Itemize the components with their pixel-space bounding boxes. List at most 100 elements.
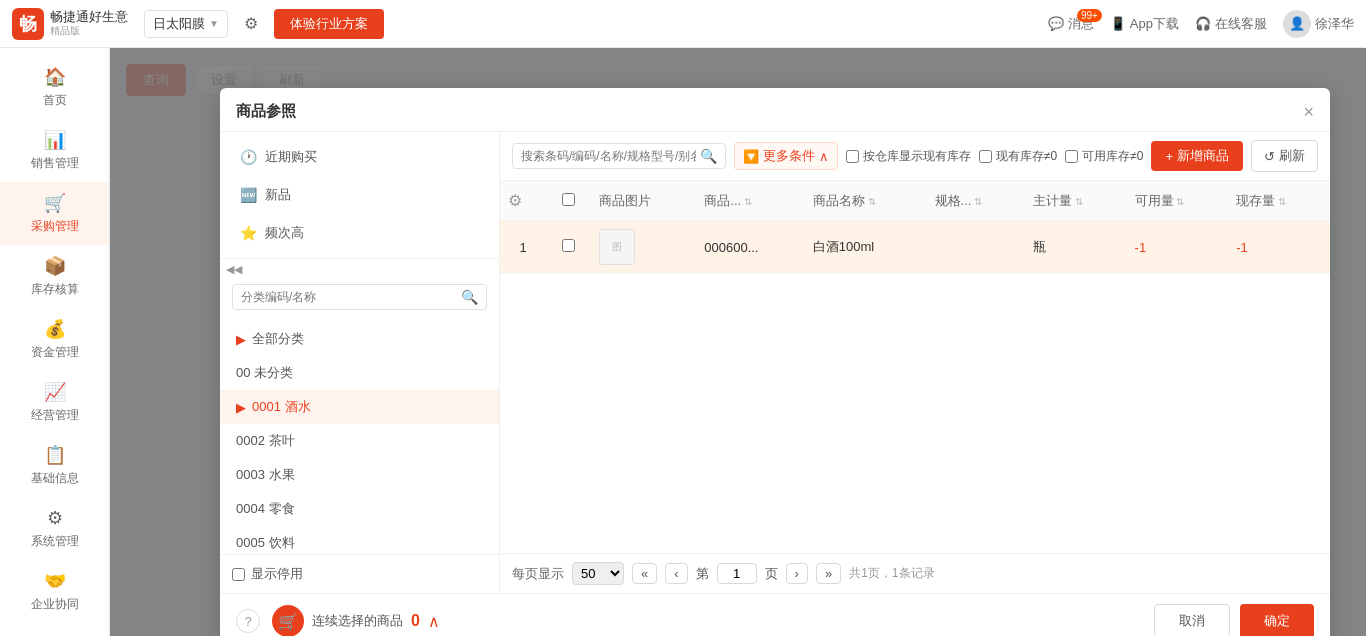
sidebar-label-purchase: 采购管理 bbox=[31, 218, 79, 235]
page-prefix-label: 第 bbox=[696, 565, 709, 583]
category-0001[interactable]: ▶ 0001 酒水 bbox=[220, 390, 499, 424]
confirm-btn[interactable]: 确定 bbox=[1240, 604, 1314, 636]
show-disabled-checkbox[interactable] bbox=[232, 568, 245, 581]
exp-button[interactable]: 体验行业方案 bbox=[274, 9, 384, 39]
product-table-area: ⚙ 商品图片 商品... 商品名称 规格... 主计量 可用量 现存量 bbox=[500, 181, 1330, 553]
category-0001-arrow: ▶ bbox=[236, 400, 246, 415]
th-stock[interactable]: 现存量 bbox=[1228, 181, 1330, 221]
sidebar-item-collab[interactable]: 🤝 企业协同 bbox=[0, 560, 109, 623]
nav-right: 💬 消息 99+ 📱 App下载 🎧 在线客服 👤 徐泽华 bbox=[1048, 10, 1354, 38]
service-btn[interactable]: 🎧 在线客服 bbox=[1195, 15, 1267, 33]
pagination: 每页显示 50 20 100 « ‹ 第 页 › » 共1页，1条记录 bbox=[500, 553, 1330, 593]
warehouse-filter[interactable]: 按仓库显示现有库存 bbox=[846, 148, 971, 165]
modal-header: 商品参照 × bbox=[220, 88, 1330, 132]
nonzero-stock-checkbox[interactable] bbox=[979, 150, 992, 163]
avail-nonzero-checkbox[interactable] bbox=[1065, 150, 1078, 163]
cart-count: 0 bbox=[411, 612, 420, 630]
category-0002-label: 0002 茶叶 bbox=[236, 432, 295, 450]
app-download-btn[interactable]: 📱 App下载 bbox=[1110, 15, 1179, 33]
sidebar-label-base: 基础信息 bbox=[31, 470, 79, 487]
category-0003[interactable]: 0003 水果 bbox=[220, 458, 499, 492]
th-name[interactable]: 商品名称 bbox=[805, 181, 927, 221]
sidebar-item-inventory[interactable]: 📦 库存核算 bbox=[0, 245, 109, 308]
help-btn[interactable]: ? bbox=[236, 609, 260, 633]
clock-icon: 🕐 bbox=[240, 149, 257, 165]
current-page-input[interactable] bbox=[717, 563, 757, 584]
messages-btn[interactable]: 💬 消息 99+ bbox=[1048, 15, 1094, 33]
col-settings-icon[interactable]: ⚙ bbox=[508, 192, 522, 209]
first-page-btn[interactable]: « bbox=[632, 563, 657, 584]
sidebar-item-home[interactable]: 🏠 首页 bbox=[0, 56, 109, 119]
sidebar-item-ops[interactable]: 📈 经营管理 bbox=[0, 371, 109, 434]
add-product-btn[interactable]: + 新增商品 bbox=[1151, 141, 1243, 171]
category-0005[interactable]: 0005 饮料 bbox=[220, 526, 499, 554]
th-checkbox[interactable] bbox=[546, 181, 591, 221]
category-search-icon[interactable]: 🔍 bbox=[461, 289, 478, 305]
th-unit[interactable]: 主计量 bbox=[1025, 181, 1127, 221]
table-row[interactable]: 1 图 000600... 白酒100ml 瓶 -1 bbox=[500, 221, 1330, 274]
show-disabled-label[interactable]: 显示停用 bbox=[251, 565, 303, 583]
settings-icon[interactable]: ⚙ bbox=[240, 10, 262, 37]
th-available[interactable]: 可用量 bbox=[1127, 181, 1229, 221]
top-nav: 畅 畅捷通好生意 精品版 日太阳膜 ▼ ⚙ 体验行业方案 💬 消息 99+ 📱 … bbox=[0, 0, 1366, 48]
user-btn[interactable]: 👤 徐泽华 bbox=[1283, 10, 1354, 38]
cart-icon[interactable]: 🛒 bbox=[272, 605, 304, 636]
sidebar-item-base[interactable]: 📋 基础信息 bbox=[0, 434, 109, 497]
quick-new-btn[interactable]: 🆕 新品 bbox=[232, 180, 487, 210]
th-code[interactable]: 商品... bbox=[696, 181, 805, 221]
th-settings[interactable]: ⚙ bbox=[500, 181, 546, 221]
more-filter-btn[interactable]: 🔽 更多条件 ∧ bbox=[734, 142, 838, 170]
select-all-checkbox[interactable] bbox=[562, 193, 575, 206]
per-page-label: 每页显示 bbox=[512, 565, 564, 583]
warehouse-checkbox[interactable] bbox=[846, 150, 859, 163]
category-00-label: 00 未分类 bbox=[236, 364, 293, 382]
quick-access: 🕐 近期购买 🆕 新品 ⭐ 频次高 bbox=[220, 132, 499, 259]
prev-page-btn[interactable]: ‹ bbox=[665, 563, 687, 584]
modal-footer: ? 🛒 连续选择的商品 0 ∧ 取消 确定 bbox=[220, 593, 1330, 636]
panel-collapse-btn[interactable]: ◀◀ bbox=[226, 263, 242, 276]
collapse-cart-btn[interactable]: ∧ bbox=[428, 612, 440, 631]
avail-nonzero-filter[interactable]: 可用库存≠0 bbox=[1065, 148, 1143, 165]
cancel-btn[interactable]: 取消 bbox=[1154, 604, 1230, 636]
next-page-btn[interactable]: › bbox=[786, 563, 808, 584]
refresh-btn[interactable]: ↺ 刷新 bbox=[1251, 140, 1318, 172]
quick-freq-btn[interactable]: ⭐ 频次高 bbox=[232, 218, 487, 248]
logo-sub: 精品版 bbox=[50, 24, 128, 38]
app-label: App下载 bbox=[1130, 15, 1179, 33]
main-layout: 🏠 首页 📊 销售管理 🛒 采购管理 📦 库存核算 💰 资金管理 📈 经营管理 … bbox=[0, 48, 1366, 636]
sidebar-item-purchase[interactable]: 🛒 采购管理 bbox=[0, 182, 109, 245]
sidebar-item-sales[interactable]: 📊 销售管理 bbox=[0, 119, 109, 182]
quick-recent-btn[interactable]: 🕐 近期购买 bbox=[232, 142, 487, 172]
category-0004-label: 0004 零食 bbox=[236, 500, 295, 518]
category-search-input[interactable] bbox=[241, 290, 455, 304]
product-search-input[interactable] bbox=[521, 149, 696, 163]
store-selector[interactable]: 日太阳膜 ▼ bbox=[144, 10, 228, 38]
modal-close-button[interactable]: × bbox=[1303, 103, 1314, 121]
category-all[interactable]: ▶ 全部分类 bbox=[220, 322, 499, 356]
th-spec[interactable]: 规格... bbox=[927, 181, 1025, 221]
category-00[interactable]: 00 未分类 bbox=[220, 356, 499, 390]
left-panel: 🕐 近期购买 🆕 新品 ⭐ 频次高 ◀◀ bbox=[220, 132, 500, 593]
product-search-icon[interactable]: 🔍 bbox=[700, 148, 717, 164]
category-0004[interactable]: 0004 零食 bbox=[220, 492, 499, 526]
right-toolbar: 🔍 🔽 更多条件 ∧ 按仓库显示现有库存 bbox=[500, 132, 1330, 181]
add-label: 新增商品 bbox=[1177, 147, 1229, 165]
sidebar-item-system[interactable]: ⚙ 系统管理 bbox=[0, 497, 109, 560]
row-checkbox-cell[interactable] bbox=[546, 221, 591, 274]
category-0001-label: 0001 酒水 bbox=[252, 398, 311, 416]
last-page-btn[interactable]: » bbox=[816, 563, 841, 584]
filter-label: 更多条件 bbox=[763, 147, 815, 165]
content-area: 查询 设置 刷新 商品参照 × 🕐 近期购买 bbox=[110, 48, 1366, 636]
category-0002[interactable]: 0002 茶叶 bbox=[220, 424, 499, 458]
row-checkbox[interactable] bbox=[562, 239, 575, 252]
row-image-cell: 图 bbox=[591, 221, 696, 274]
quick-freq-label: 频次高 bbox=[265, 224, 304, 242]
sidebar-item-guide[interactable]: 📖 新手引导 bbox=[0, 623, 109, 636]
warehouse-label: 按仓库显示现有库存 bbox=[863, 148, 971, 165]
user-name: 徐泽华 bbox=[1315, 15, 1354, 33]
per-page-select[interactable]: 50 20 100 bbox=[572, 562, 624, 585]
sidebar-item-finance[interactable]: 💰 资金管理 bbox=[0, 308, 109, 371]
nonzero-stock-filter[interactable]: 现有库存≠0 bbox=[979, 148, 1057, 165]
row-available: -1 bbox=[1127, 221, 1229, 274]
category-search: 🔍 bbox=[232, 284, 487, 310]
